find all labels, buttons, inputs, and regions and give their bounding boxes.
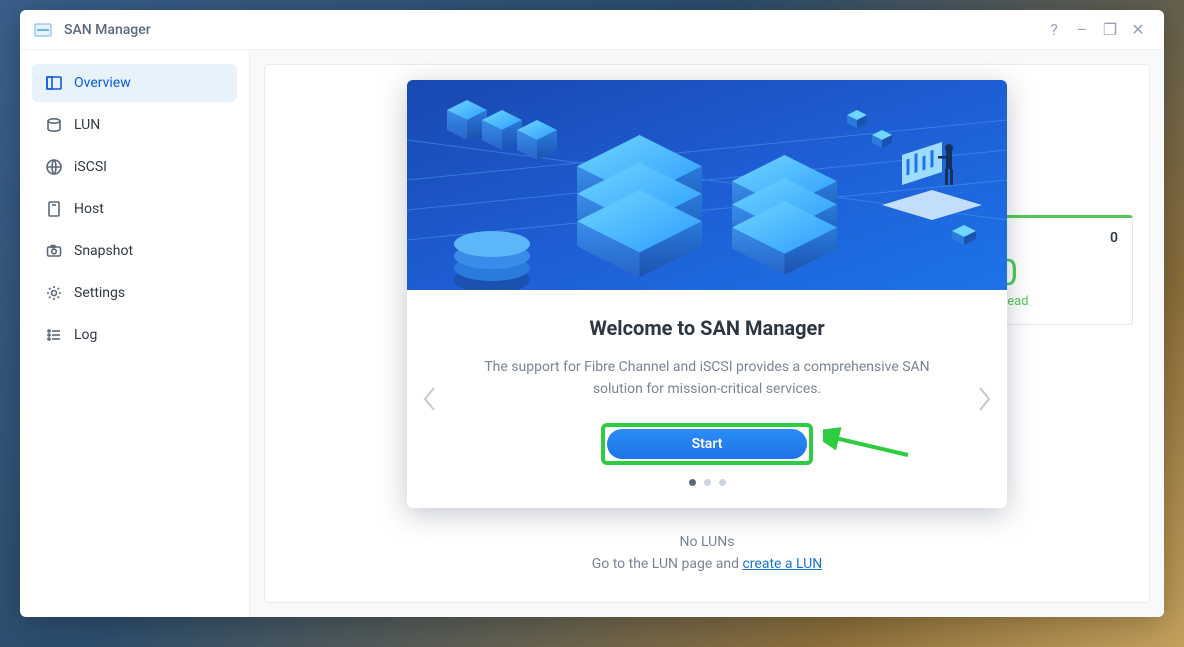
sidebar-item-log[interactable]: Log — [32, 316, 237, 354]
sidebar-item-settings[interactable]: Settings — [32, 274, 237, 312]
sidebar-item-label: Overview — [74, 75, 131, 91]
sidebar-item-host[interactable]: Host — [32, 190, 237, 228]
sidebar-item-overview[interactable]: Overview — [32, 64, 237, 102]
no-luns-prefix: Go to the LUN page and — [592, 556, 743, 572]
carousel-dots — [457, 479, 957, 486]
modal-hero-image — [407, 80, 1007, 290]
close-button[interactable]: ✕ — [1124, 16, 1152, 44]
sidebar-item-label: Settings — [74, 285, 125, 301]
content-area: E Event 0 0 Unread No LUNs Go to the LUN… — [250, 50, 1164, 617]
sidebar-item-lun[interactable]: LUN — [32, 106, 237, 144]
annotation-highlight-box: Start — [601, 423, 813, 465]
settings-icon — [44, 283, 64, 303]
snapshot-icon — [44, 241, 64, 261]
sidebar-item-snapshot[interactable]: Snapshot — [32, 232, 237, 270]
minimize-button[interactable]: – — [1068, 16, 1096, 44]
app-icon — [32, 19, 54, 41]
welcome-modal: Welcome to SAN Manager The support for F… — [407, 80, 1007, 508]
carousel-dot-1[interactable] — [689, 479, 696, 486]
carousel-prev-button[interactable] — [413, 374, 447, 424]
titlebar: SAN Manager ? – ❐ ✕ — [20, 10, 1164, 50]
sidebar-item-label: Host — [74, 201, 104, 217]
sidebar-item-label: Log — [74, 327, 97, 343]
host-icon — [44, 199, 64, 219]
lun-icon — [44, 115, 64, 135]
create-lun-link[interactable]: create a LUN — [742, 556, 822, 572]
app-window: SAN Manager ? – ❐ ✕ Overview LUN iSCSI H… — [20, 10, 1164, 617]
sidebar-item-iscsi[interactable]: iSCSI — [32, 148, 237, 186]
help-button[interactable]: ? — [1040, 16, 1068, 44]
sidebar-item-label: Snapshot — [74, 243, 133, 259]
sidebar: Overview LUN iSCSI Host Snapshot Setting… — [20, 50, 250, 617]
carousel-dot-3[interactable] — [719, 479, 726, 486]
overview-icon — [44, 73, 64, 93]
start-button[interactable]: Start — [607, 429, 807, 459]
carousel-dot-2[interactable] — [704, 479, 711, 486]
iscsi-icon — [44, 157, 64, 177]
log-icon — [44, 325, 64, 345]
annotation-arrow — [823, 425, 913, 465]
no-luns-line1: No LUNs — [265, 534, 1149, 550]
modal-description: The support for Fibre Channel and iSCSI … — [457, 356, 957, 401]
no-luns-message: No LUNs Go to the LUN page and create a … — [265, 534, 1149, 572]
app-title: SAN Manager — [64, 22, 1040, 38]
modal-title: Welcome to SAN Manager — [457, 316, 957, 340]
sidebar-item-label: iSCSI — [74, 159, 107, 175]
maximize-button[interactable]: ❐ — [1096, 16, 1124, 44]
event-card-count: 0 — [1110, 230, 1118, 246]
carousel-next-button[interactable] — [967, 374, 1001, 424]
sidebar-item-label: LUN — [74, 117, 100, 133]
